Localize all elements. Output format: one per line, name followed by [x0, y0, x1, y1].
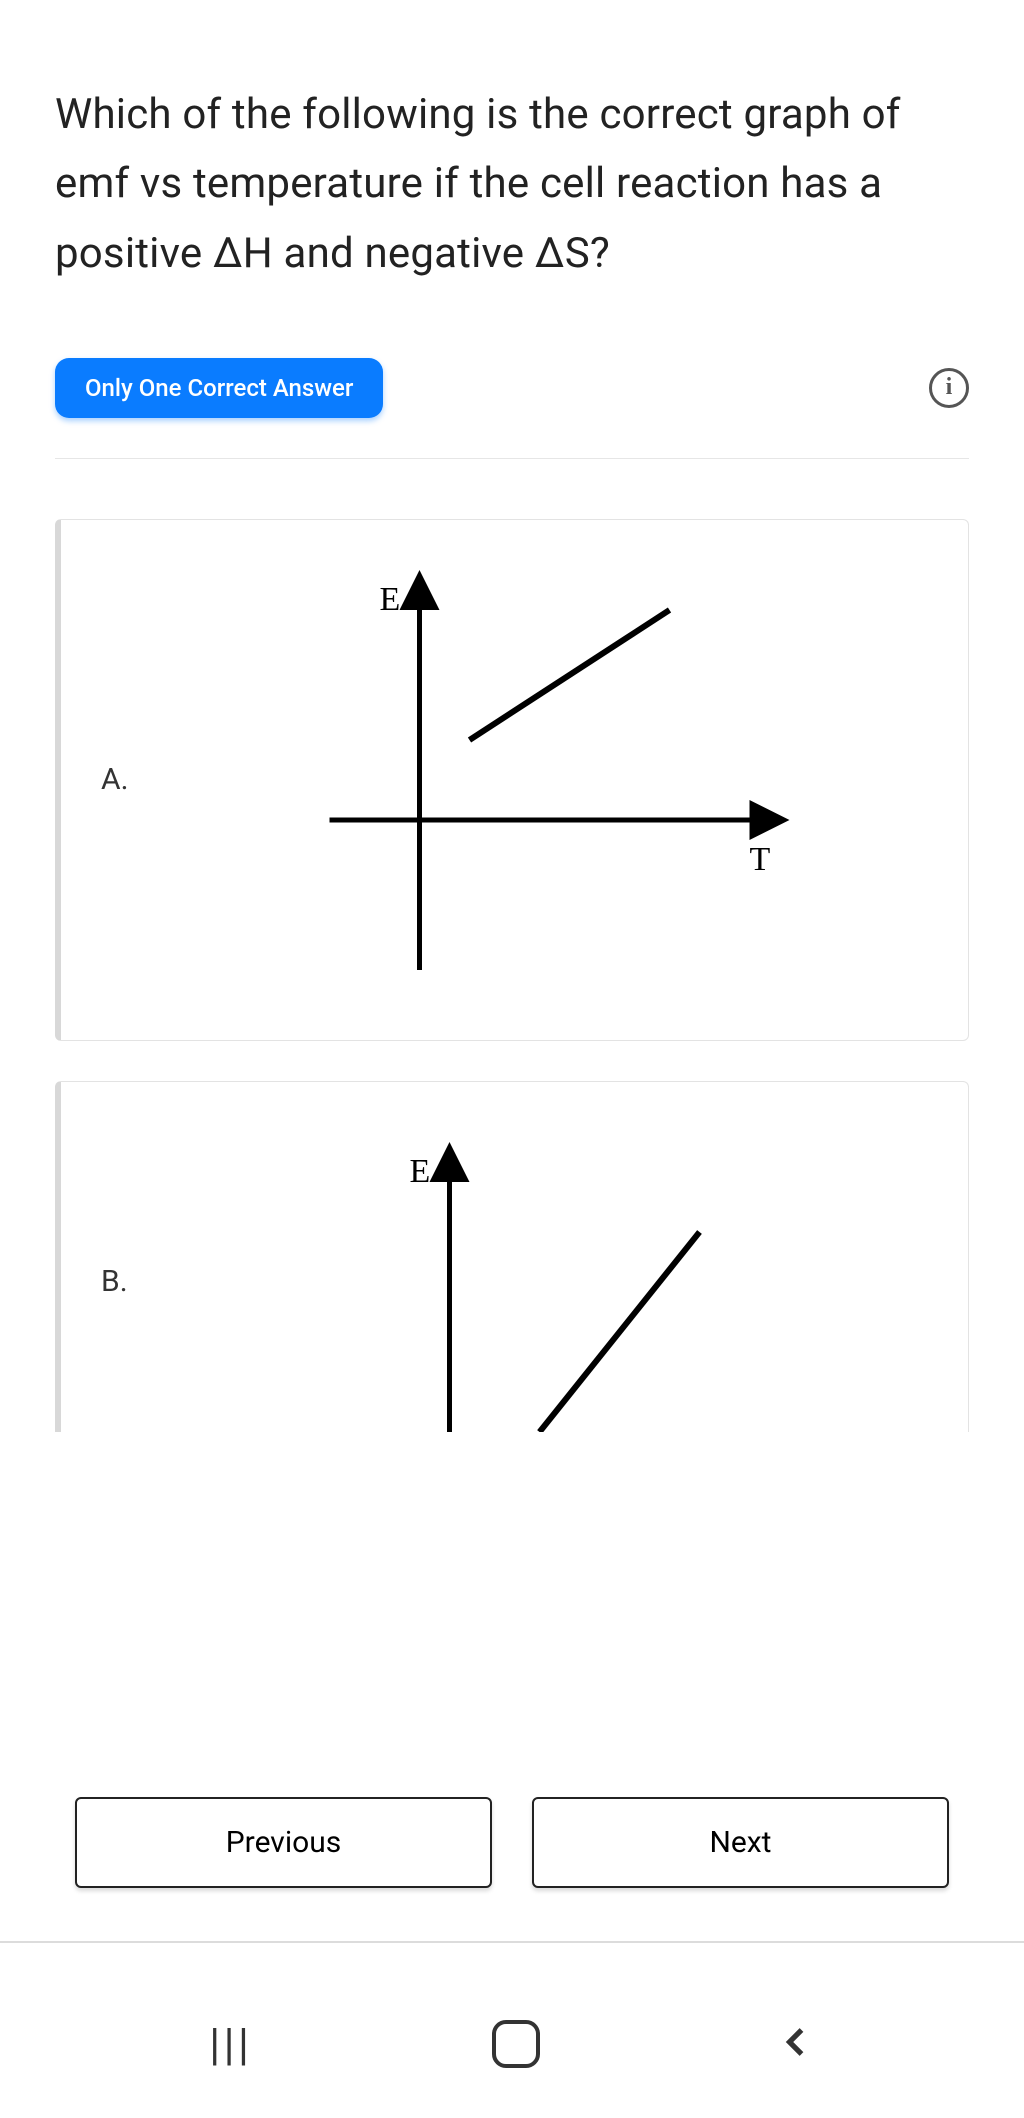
question-text: Which of the following is the correct gr…	[55, 80, 969, 288]
next-button[interactable]: Next	[532, 1797, 949, 1888]
home-icon[interactable]	[492, 2020, 540, 2068]
info-icon[interactable]: i	[929, 368, 969, 408]
option-a-graph: E T	[191, 570, 928, 990]
y-axis-label: E	[380, 581, 401, 618]
system-nav-bar: |||	[0, 2020, 1024, 2068]
option-letter: B.	[101, 1264, 151, 1299]
option-b[interactable]: B. E	[55, 1081, 969, 1432]
option-b-graph: E	[191, 1132, 928, 1432]
divider	[0, 1941, 1024, 1943]
options-list: A. E T	[55, 519, 969, 1432]
answer-type-badge: Only One Correct Answer	[55, 358, 383, 418]
y-axis-label: E	[410, 1153, 431, 1190]
x-axis-label: T	[750, 841, 771, 878]
recent-apps-icon[interactable]: |||	[209, 2022, 252, 2067]
back-icon[interactable]	[779, 2024, 815, 2064]
navigation-row: Previous Next	[0, 1767, 1024, 1888]
option-a[interactable]: A. E T	[55, 519, 969, 1041]
previous-button[interactable]: Previous	[75, 1797, 492, 1888]
option-letter: A.	[101, 762, 151, 797]
meta-row: Only One Correct Answer i	[55, 358, 969, 459]
